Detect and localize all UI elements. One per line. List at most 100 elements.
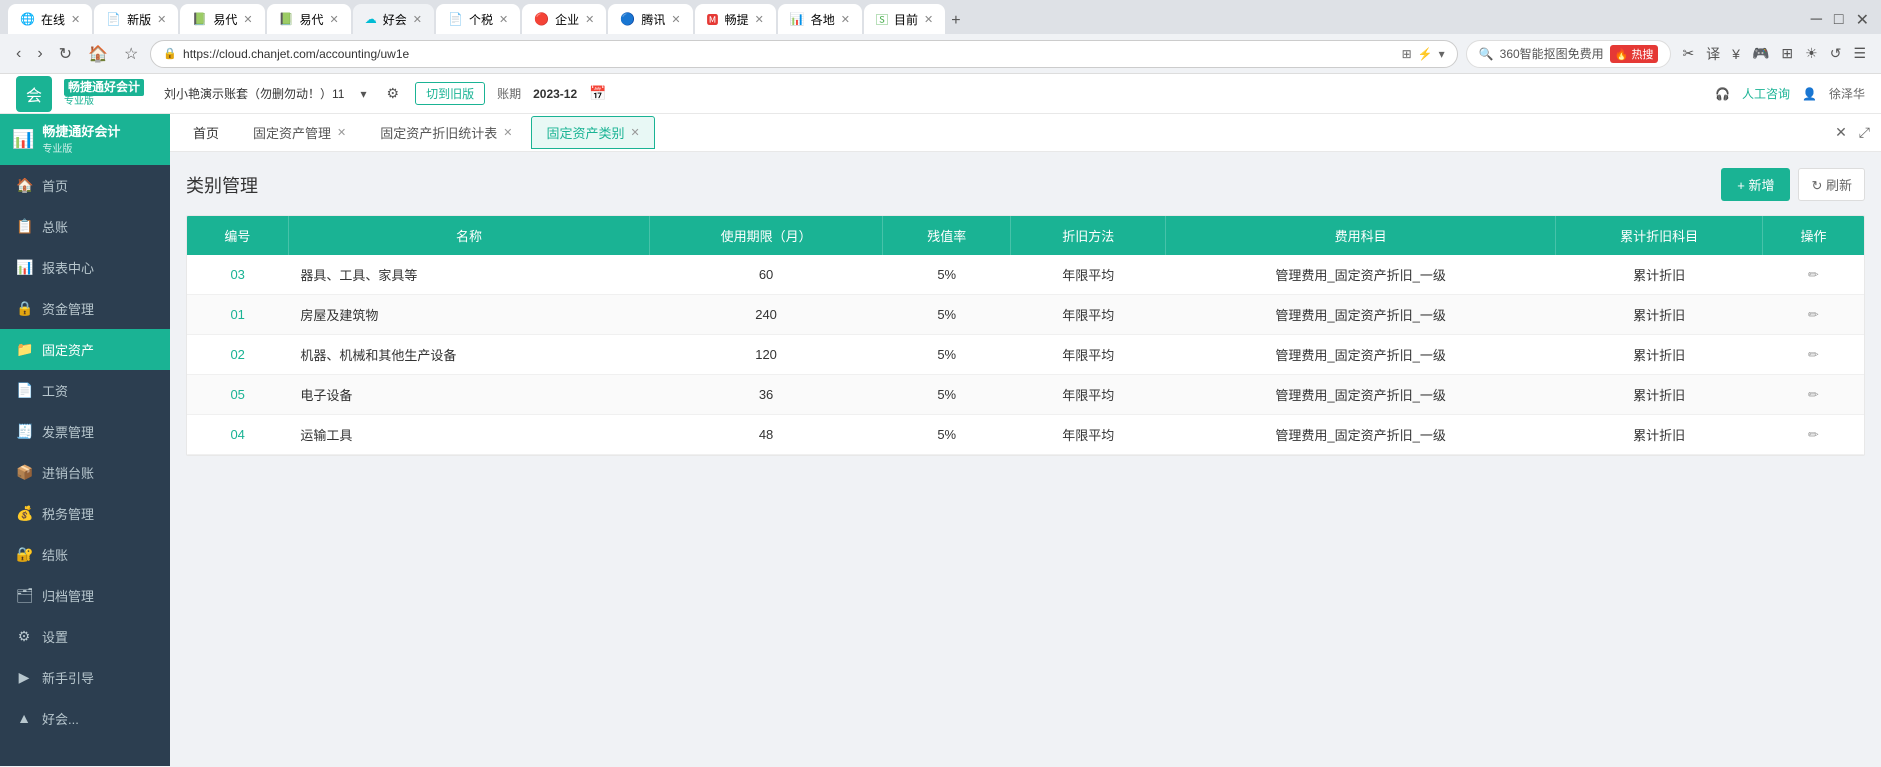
sidebar-item-settings[interactable]: ⚙ 设置 <box>0 616 170 657</box>
close-window-button[interactable]: ✕ <box>1852 6 1873 34</box>
cell-residual-2: 5% <box>882 335 1010 375</box>
browser-tab-1[interactable]: 📄 新版 ✕ <box>94 4 178 34</box>
game-icon[interactable]: 🎮 <box>1749 42 1772 65</box>
calendar-icon[interactable]: 📅 <box>589 85 606 102</box>
tab-close-3[interactable]: ✕ <box>330 13 339 26</box>
tab-close-1[interactable]: ✕ <box>157 13 166 26</box>
undo-icon[interactable]: ↺ <box>1827 42 1845 65</box>
sidebar-label-reports: 报表中心 <box>42 258 94 277</box>
page-tab-fixed-mgmt-close[interactable]: ✕ <box>337 126 346 139</box>
tab-close-7[interactable]: ✕ <box>671 13 680 26</box>
browser-toolbar-icons: ✂ 译 ¥ 🎮 ⊞ ☀ ↺ ☰ <box>1679 41 1869 67</box>
switch-to-old-btn[interactable]: 切到旧版 <box>415 82 485 105</box>
page-tab-depreciation-close[interactable]: ✕ <box>503 126 512 139</box>
settings-gear-icon[interactable]: ⚙ <box>383 81 404 106</box>
page-tab-depreciation[interactable]: 固定资产折旧统计表 ✕ <box>365 116 527 149</box>
sidebar-item-more[interactable]: ▲ 好会... <box>0 698 170 739</box>
browser-tab-10[interactable]: 🅂 目前 ✕ <box>864 4 945 34</box>
browser-tab-6[interactable]: 🔴 企业 ✕ <box>522 4 606 34</box>
sidebar-logo-text: 畅捷通好会计 <box>42 124 120 140</box>
tab-label-2: 易代 <box>213 11 237 28</box>
tab-close-10[interactable]: ✕ <box>924 13 933 26</box>
sidebar-label-fixed: 固定资产 <box>42 340 94 359</box>
tab-close-5[interactable]: ✕ <box>499 13 508 26</box>
cell-code-0[interactable]: 03 <box>187 255 288 295</box>
browser-tab-8[interactable]: 🅼 畅提 ✕ <box>695 4 776 34</box>
cell-code-4[interactable]: 04 <box>187 415 288 455</box>
back-button[interactable]: ‹ <box>12 41 25 67</box>
edit-icon-2[interactable]: ✏ <box>1808 347 1819 362</box>
sidebar-item-funds[interactable]: 🔒 资金管理 <box>0 288 170 329</box>
tab-close-2[interactable]: ✕ <box>243 13 252 26</box>
sidebar-item-reports[interactable]: 📊 报表中心 <box>0 247 170 288</box>
sidebar-item-inventory[interactable]: 📦 进销台账 <box>0 452 170 493</box>
scissors-icon[interactable]: ✂ <box>1679 42 1697 65</box>
browser-tab-5[interactable]: 📄 个税 ✕ <box>436 4 520 34</box>
refresh-button[interactable]: ↻ 刷新 <box>1798 168 1865 201</box>
window-expand-btn[interactable]: ⤢ <box>1856 121 1873 144</box>
sidebar-item-tax[interactable]: 💰 税务管理 <box>0 493 170 534</box>
translate-icon[interactable]: 译 <box>1703 41 1723 67</box>
grid-icon[interactable]: ⊞ <box>1778 42 1796 65</box>
page-tab-category[interactable]: 固定资产类别 ✕ <box>531 116 654 149</box>
address-bar[interactable]: 🔒 https://cloud.chanjet.com/accounting/u… <box>150 40 1457 68</box>
browser-tab-2[interactable]: 📗 易代 ✕ <box>180 4 264 34</box>
sidebar-item-closing[interactable]: 🔐 结账 <box>0 534 170 575</box>
browser-tab-9[interactable]: 📊 各地 ✕ <box>778 4 862 34</box>
cell-code-3[interactable]: 05 <box>187 375 288 415</box>
sidebar-item-invoice[interactable]: 🧾 发票管理 <box>0 411 170 452</box>
edit-icon-4[interactable]: ✏ <box>1808 427 1819 442</box>
reload-button[interactable]: ↻ <box>55 40 76 68</box>
sidebar-item-ledger[interactable]: 📋 总账 <box>0 206 170 247</box>
sidebar-item-home[interactable]: 🏠 首页 <box>0 165 170 206</box>
tab-close-9[interactable]: ✕ <box>841 13 850 26</box>
cell-code-1[interactable]: 01 <box>187 295 288 335</box>
cell-action-0[interactable]: ✏ <box>1763 255 1864 295</box>
page-tab-fixed-mgmt-label: 固定资产管理 <box>253 123 331 142</box>
cell-method-2: 年限平均 <box>1011 335 1166 375</box>
maximize-button[interactable]: □ <box>1830 6 1848 34</box>
edit-icon-3[interactable]: ✏ <box>1808 387 1819 402</box>
cell-code-2[interactable]: 02 <box>187 335 288 375</box>
cell-action-1[interactable]: ✏ <box>1763 295 1864 335</box>
browser-tab-0[interactable]: 🌐 在线 ✕ <box>8 4 92 34</box>
brightness-icon[interactable]: ☀ <box>1802 42 1821 65</box>
browser-tab-4[interactable]: ☁ 好会 ✕ <box>353 4 434 34</box>
sidebar-item-fixed[interactable]: 📁 固定资产 <box>0 329 170 370</box>
edit-icon-0[interactable]: ✏ <box>1808 267 1819 282</box>
page-tab-category-close[interactable]: ✕ <box>631 126 640 139</box>
table-row: 01 房屋及建筑物 240 5% 年限平均 管理费用_固定资产折旧_一级 累计折… <box>187 295 1864 335</box>
sidebar-item-payroll[interactable]: 📄 工资 <box>0 370 170 411</box>
sidebar-item-guide[interactable]: ▶ 新手引导 <box>0 657 170 698</box>
new-tab-button[interactable]: + <box>947 8 964 34</box>
tab-close-0[interactable]: ✕ <box>71 13 80 26</box>
menu-icon[interactable]: ☰ <box>1850 42 1869 65</box>
consult-label[interactable]: 人工咨询 <box>1742 85 1790 102</box>
cell-action-4[interactable]: ✏ <box>1763 415 1864 455</box>
page-tab-home[interactable]: 首页 <box>178 116 234 149</box>
tab-favicon-8: 🅼 <box>707 11 719 28</box>
sidebar-item-archive[interactable]: 🗂 归档管理 <box>0 575 170 616</box>
header-right: 🎧 人工咨询 👤 徐泽华 <box>1715 85 1865 102</box>
search-bar[interactable]: 🔍 360智能抠图免费用 🔥 热搜 <box>1466 40 1672 68</box>
page-tab-fixed-mgmt[interactable]: 固定资产管理 ✕ <box>238 116 361 149</box>
col-header-method: 折旧方法 <box>1011 216 1166 255</box>
currency-icon[interactable]: ¥ <box>1729 43 1743 65</box>
edit-icon-1[interactable]: ✏ <box>1808 307 1819 322</box>
forward-button[interactable]: › <box>33 41 46 67</box>
home-button[interactable]: 🏠 <box>84 40 112 68</box>
minimize-button[interactable]: ─ <box>1807 6 1826 34</box>
dropdown-icon[interactable]: ▾ <box>1439 47 1445 61</box>
closing-icon: 🔐 <box>16 546 32 563</box>
window-close-btn[interactable]: ✕ <box>1832 121 1850 144</box>
tab-close-4[interactable]: ✕ <box>413 13 422 26</box>
cell-action-3[interactable]: ✏ <box>1763 375 1864 415</box>
bookmark-button[interactable]: ☆ <box>120 40 142 68</box>
tab-close-8[interactable]: ✕ <box>755 13 764 26</box>
user-dropdown-arrow[interactable]: ▾ <box>356 83 370 105</box>
browser-tab-3[interactable]: 📗 易代 ✕ <box>267 4 351 34</box>
browser-tab-7[interactable]: 🔵 腾讯 ✕ <box>608 4 692 34</box>
add-button[interactable]: + 新增 <box>1721 168 1790 201</box>
tab-close-6[interactable]: ✕ <box>585 13 594 26</box>
cell-action-2[interactable]: ✏ <box>1763 335 1864 375</box>
